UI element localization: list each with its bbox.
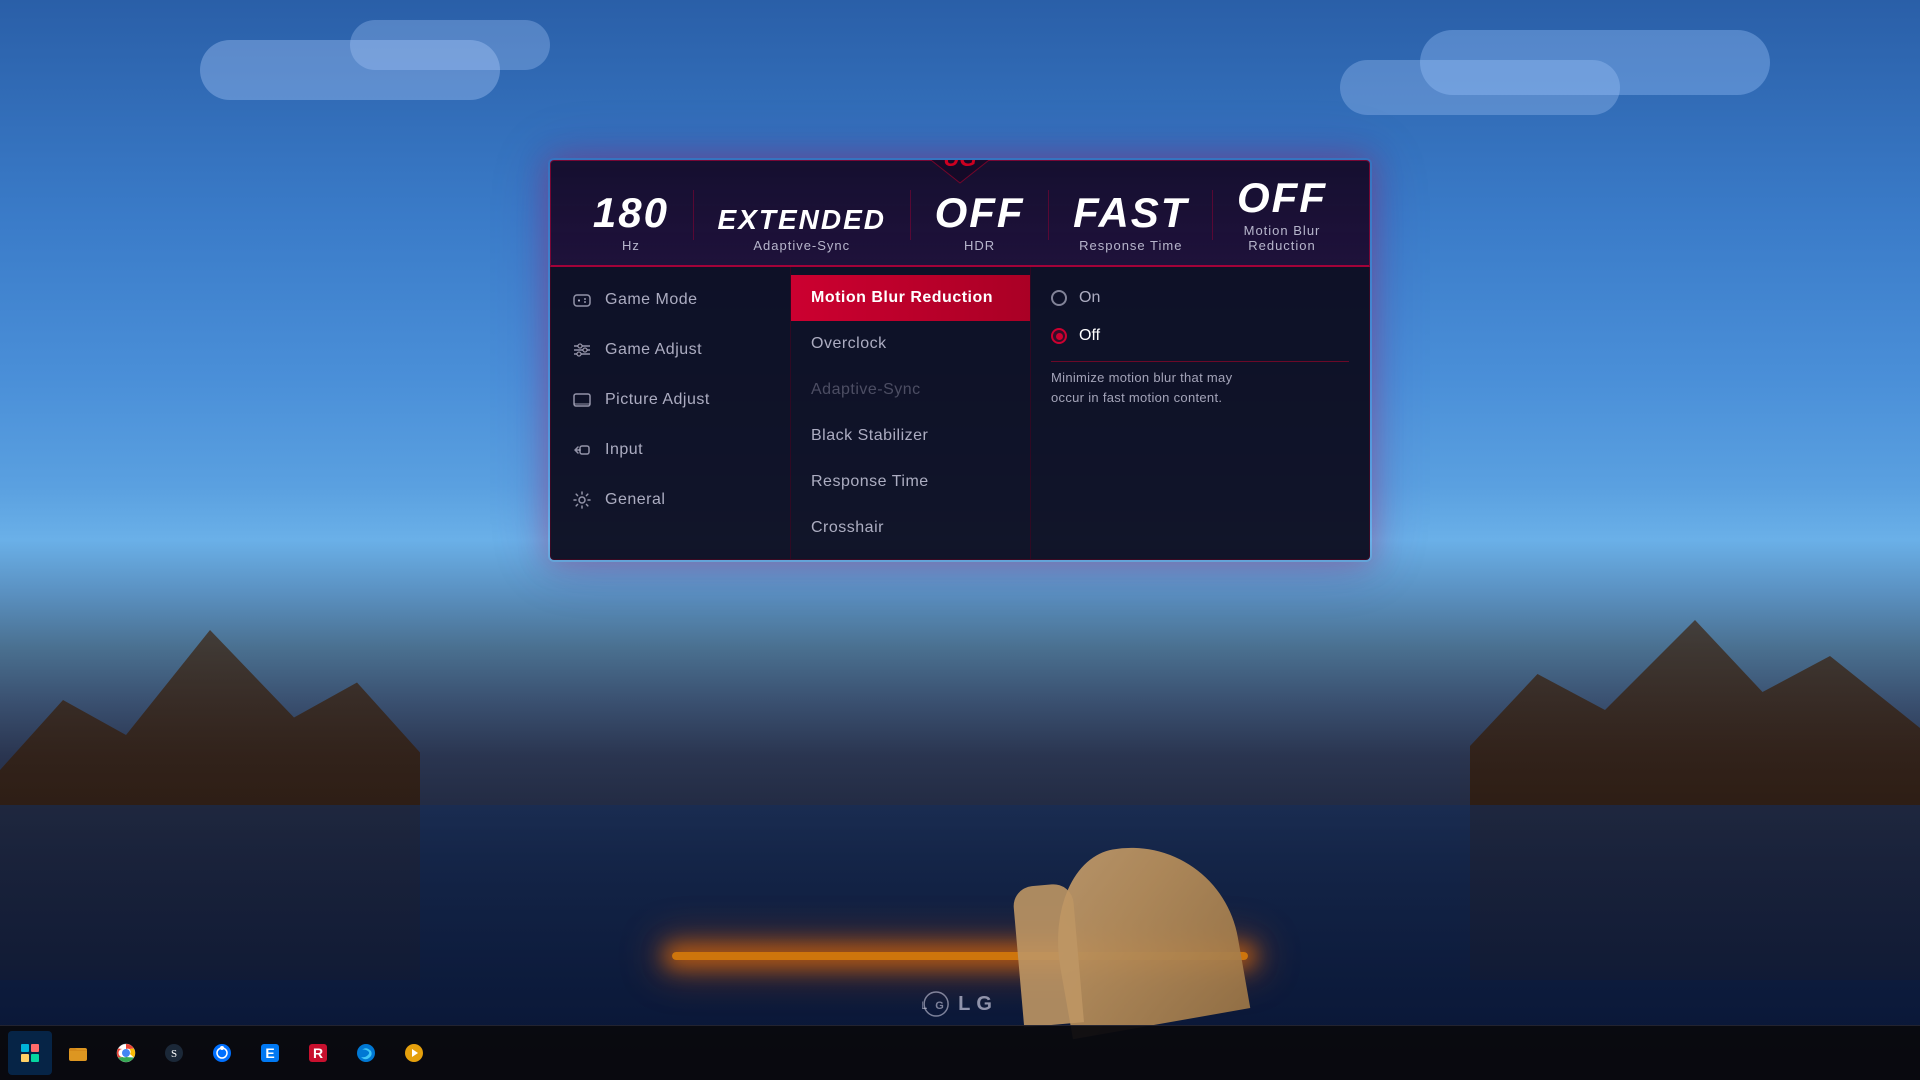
finger-1 <box>1012 883 1084 1028</box>
stat-response-time: FAST Response Time <box>1073 192 1188 253</box>
epic-games-button[interactable]: E <box>248 1031 292 1075</box>
stat-mbr: OFF Motion BlurReduction <box>1237 177 1327 253</box>
game-adjust-label: Game Adjust <box>605 341 702 359</box>
option-off[interactable]: Off <box>1051 317 1349 355</box>
radio-off[interactable] <box>1051 328 1067 344</box>
divider-1 <box>693 190 694 240</box>
option-off-label: Off <box>1079 327 1100 345</box>
stat-hdr: OFF HDR <box>935 192 1025 253</box>
cloud-2 <box>350 20 550 70</box>
game-mode-label: Game Mode <box>605 291 698 309</box>
edge-button[interactable] <box>344 1031 388 1075</box>
file-explorer-button[interactable] <box>56 1031 100 1075</box>
osd-body: Game Mode Game Adjust <box>550 267 1370 560</box>
options-panel: On Off Minimize motion blur that mayoccu… <box>1031 267 1369 559</box>
submenu-item-crosshair[interactable]: Crosshair <box>791 505 1030 551</box>
taskbar: S E R <box>0 1025 1920 1080</box>
submenu-item-adaptive-sync: Adaptive-Sync <box>791 367 1030 413</box>
picture-adjust-label: Picture Adjust <box>605 391 710 409</box>
game-adjust-icon <box>571 339 593 361</box>
option-on[interactable]: On <box>1051 279 1349 317</box>
stat-hz: 180 Hz <box>593 192 669 253</box>
picture-adjust-icon <box>571 389 593 411</box>
svg-text:LG: LG <box>922 1000 950 1012</box>
submenu-item-black-stabilizer[interactable]: Black Stabilizer <box>791 413 1030 459</box>
submenu: Motion Blur Reduction Overclock Adaptive… <box>791 267 1031 559</box>
lg-logo: LG LG <box>922 990 998 1018</box>
crosshair-label: Crosshair <box>811 519 884 537</box>
motion-blur-reduction-label: Motion Blur Reduction <box>811 289 993 307</box>
menu-item-general[interactable]: General <box>551 475 790 525</box>
input-label: Input <box>605 441 643 459</box>
menu-item-game-adjust[interactable]: Game Adjust <box>551 325 790 375</box>
option-divider <box>1051 361 1349 362</box>
input-icon <box>571 439 593 461</box>
option-on-label: On <box>1079 289 1100 307</box>
svg-text:S: S <box>171 1048 177 1060</box>
stat-adaptive-sync: EXTENDED Adaptive-Sync <box>718 206 886 253</box>
osd-header: UG 180 Hz EXTENDED Adaptive-Sync OFF HDR… <box>550 160 1370 267</box>
option-description: Minimize motion blur that mayoccur in fa… <box>1051 368 1349 407</box>
divider-2 <box>910 190 911 240</box>
cloud-4 <box>1420 30 1770 95</box>
chrome-button[interactable] <box>104 1031 148 1075</box>
divider-3 <box>1048 190 1049 240</box>
overclock-label: Overclock <box>811 335 887 353</box>
game-mode-icon <box>571 289 593 311</box>
adaptive-sync-label: Adaptive-Sync <box>811 381 921 399</box>
submenu-item-overclock[interactable]: Overclock <box>791 321 1030 367</box>
svg-text:R: R <box>313 1045 323 1061</box>
rockstar-button[interactable]: R <box>296 1031 340 1075</box>
general-label: General <box>605 491 665 509</box>
steam-button[interactable]: S <box>152 1031 196 1075</box>
osd-menu: UG 180 Hz EXTENDED Adaptive-Sync OFF HDR… <box>550 160 1370 560</box>
radio-on[interactable] <box>1051 290 1067 306</box>
submenu-item-motion-blur-reduction[interactable]: Motion Blur Reduction <box>791 275 1030 321</box>
lg-text: LG <box>958 993 998 1016</box>
menu-item-game-mode[interactable]: Game Mode <box>551 275 790 325</box>
submenu-item-response-time[interactable]: Response Time <box>791 459 1030 505</box>
general-icon <box>571 489 593 511</box>
start-button[interactable] <box>8 1031 52 1075</box>
svg-text:E: E <box>265 1045 274 1061</box>
black-stabilizer-label: Black Stabilizer <box>811 427 928 445</box>
menu-item-picture-adjust[interactable]: Picture Adjust <box>551 375 790 425</box>
main-menu: Game Mode Game Adjust <box>551 267 791 559</box>
menu-item-input[interactable]: Input <box>551 425 790 475</box>
ubisoft-button[interactable] <box>200 1031 244 1075</box>
divider-4 <box>1212 190 1213 240</box>
plex-button[interactable] <box>392 1031 436 1075</box>
response-time-label: Response Time <box>811 473 929 491</box>
